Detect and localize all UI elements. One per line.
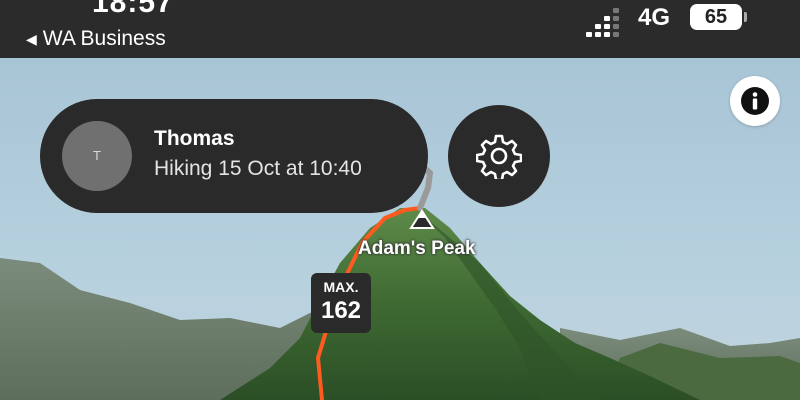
activity-summary: Hiking 15 Oct at 10:40 (154, 157, 362, 180)
status-bar: 18:57 ◀ WA Business 4G 65 (0, 0, 800, 58)
info-icon (741, 87, 769, 115)
status-time: 18:57 (92, 0, 174, 19)
back-link-label: WA Business (42, 27, 166, 50)
gear-icon (476, 134, 522, 179)
back-to-app-link[interactable]: ◀ WA Business (26, 27, 166, 51)
settings-button[interactable] (448, 105, 550, 207)
info-button[interactable] (730, 76, 780, 126)
user-name: Thomas (154, 127, 235, 150)
max-value: 162 (320, 297, 362, 324)
peak-name-label[interactable]: Adam's Peak (358, 238, 476, 260)
mountain-icon (409, 208, 435, 235)
battery-indicator: 65 (690, 4, 747, 30)
max-elevation-badge: MAX. 162 (311, 273, 371, 333)
back-arrow-icon: ◀ (26, 30, 37, 47)
max-label: MAX. (323, 279, 359, 295)
user-activity-card[interactable]: T Thomas Hiking 15 Oct at 10:40 (40, 99, 428, 213)
network-type: 4G (638, 4, 671, 31)
avatar: T (62, 121, 132, 191)
signal-strength-icon (586, 8, 619, 37)
